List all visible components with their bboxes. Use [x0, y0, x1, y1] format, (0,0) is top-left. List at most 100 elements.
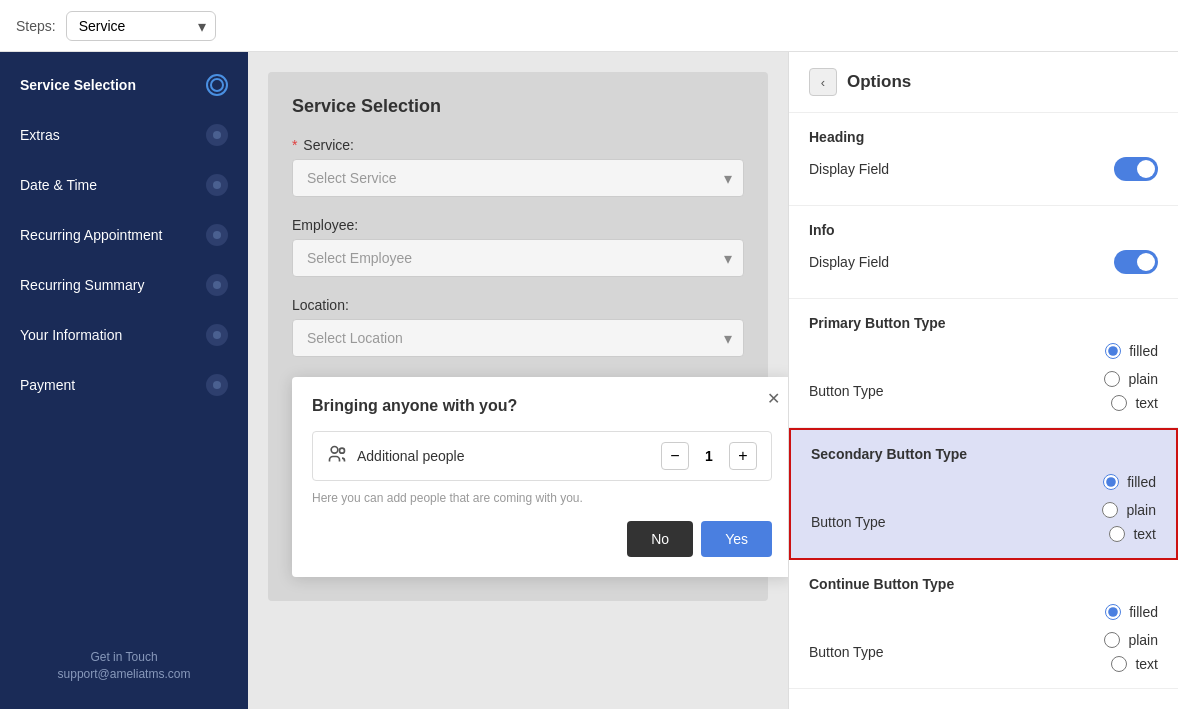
sidebar-item-recurring-appointment[interactable]: Recurring Appointment — [0, 210, 248, 260]
people-label: Additional people — [357, 448, 661, 464]
employee-select[interactable]: Select Employee — [292, 239, 744, 277]
sidebar-dot-recurring-appointment — [206, 224, 228, 246]
service-select-wrap: Select Service — [292, 159, 744, 197]
secondary-text-label: text — [1133, 526, 1156, 542]
sidebar-dot-recurring-summary — [206, 274, 228, 296]
sidebar-dot-your-information — [206, 324, 228, 346]
popup-close-button[interactable]: ✕ — [767, 389, 780, 408]
no-button[interactable]: No — [627, 521, 693, 557]
bringing-anyone-popup: ✕ Bringing anyone with you? Additional p… — [292, 377, 788, 577]
sidebar-item-service-selection[interactable]: Service Selection — [0, 60, 248, 110]
secondary-text-radio[interactable] — [1109, 526, 1125, 542]
heading-section-title: Heading — [809, 129, 1158, 145]
continue-text-row: text — [1104, 656, 1158, 672]
primary-button-type-label: Button Type — [809, 383, 883, 399]
continue-plain-radio[interactable] — [1104, 632, 1120, 648]
info-section-title: Info — [809, 222, 1158, 238]
secondary-plain-row: plain — [1102, 502, 1156, 518]
options-panel: ‹ Options Heading Display Field Info Dis… — [788, 52, 1178, 709]
info-display-field-row: Display Field — [809, 250, 1158, 274]
sidebar-dot-date-time — [206, 174, 228, 196]
form-title: Service Selection — [292, 96, 744, 117]
primary-button-type-row: Button Type plain text — [809, 371, 1158, 411]
service-selection-form: Service Selection * Service: Select Serv… — [268, 72, 768, 601]
sidebar-item-recurring-summary[interactable]: Recurring Summary — [0, 260, 248, 310]
info-section: Info Display Field — [789, 206, 1178, 299]
continue-filled-radio[interactable] — [1105, 604, 1121, 620]
svg-point-1 — [340, 448, 345, 453]
continue-filled-label: filled — [1129, 604, 1158, 620]
employee-label: Employee: — [292, 217, 744, 233]
support-email: support@ameliatms.com — [20, 667, 228, 681]
sidebar-item-extras[interactable]: Extras — [0, 110, 248, 160]
sidebar-dot-service-selection — [206, 74, 228, 96]
secondary-plain-radio[interactable] — [1102, 502, 1118, 518]
popup-hint: Here you can add people that are coming … — [312, 491, 772, 505]
sidebar-item-payment[interactable]: Payment — [0, 360, 248, 410]
panel-title: Options — [847, 72, 911, 92]
center-area: Service Selection * Service: Select Serv… — [248, 52, 788, 709]
primary-filled-radio[interactable] — [1105, 343, 1121, 359]
secondary-filled-row: filled — [811, 474, 1156, 490]
heading-display-field-row: Display Field — [809, 157, 1158, 181]
steps-select-wrapper[interactable]: Service — [66, 11, 216, 41]
secondary-button-type-section: Secondary Button Type filled Button Type… — [789, 428, 1178, 560]
continue-button-type-section: Continue Button Type filled Button Type … — [789, 560, 1178, 689]
service-group: * Service: Select Service — [292, 137, 744, 197]
counter-plus-button[interactable]: + — [729, 442, 757, 470]
sidebar-item-your-information[interactable]: Your Information — [0, 310, 248, 360]
sidebar-footer: Get in Touch support@ameliatms.com — [0, 628, 248, 701]
secondary-filled-label: filled — [1127, 474, 1156, 490]
secondary-filled-group: filled — [811, 474, 1156, 490]
service-label: * Service: — [292, 137, 744, 153]
continue-button-type-radio-group: plain text — [1104, 632, 1158, 672]
continue-filled-row: filled — [809, 604, 1158, 620]
continue-text-label: text — [1135, 656, 1158, 672]
get-in-touch-text: Get in Touch — [20, 648, 228, 667]
counter-minus-button[interactable]: − — [661, 442, 689, 470]
continue-plain-label: plain — [1128, 632, 1158, 648]
location-select[interactable]: Select Location — [292, 319, 744, 357]
info-display-toggle[interactable] — [1114, 250, 1158, 274]
primary-plain-label: plain — [1128, 371, 1158, 387]
location-select-wrap: Select Location — [292, 319, 744, 357]
primary-button-type-radio-group: plain text — [1104, 371, 1158, 411]
primary-button-type-options: filled — [809, 343, 1158, 359]
continue-button-type-title: Continue Button Type — [809, 576, 1158, 592]
heading-display-toggle[interactable] — [1114, 157, 1158, 181]
secondary-button-type-radio-group: plain text — [1102, 502, 1156, 542]
primary-plain-radio[interactable] — [1104, 371, 1120, 387]
continue-button-type-label: Button Type — [809, 644, 883, 660]
employee-group: Employee: Select Employee — [292, 217, 744, 277]
popup-area: ✕ Bringing anyone with you? Additional p… — [292, 377, 744, 577]
primary-button-type-title: Primary Button Type — [809, 315, 1158, 331]
location-group: Location: Select Location — [292, 297, 744, 357]
continue-filled-group: filled — [809, 604, 1158, 620]
people-icon — [327, 444, 347, 469]
primary-text-radio[interactable] — [1111, 395, 1127, 411]
svg-point-0 — [331, 446, 338, 453]
primary-text-row: text — [1104, 395, 1158, 411]
main-layout: Service Selection Extras Date & Time Rec… — [0, 52, 1178, 709]
yes-button[interactable]: Yes — [701, 521, 772, 557]
sidebar-item-date-time[interactable]: Date & Time — [0, 160, 248, 210]
counter-value: 1 — [701, 448, 717, 464]
secondary-button-type-title: Secondary Button Type — [811, 446, 1156, 462]
secondary-filled-radio[interactable] — [1103, 474, 1119, 490]
popup-actions: No Yes — [312, 521, 772, 557]
info-display-field-label: Display Field — [809, 254, 889, 270]
secondary-button-type-label: Button Type — [811, 514, 885, 530]
panel-header: ‹ Options — [789, 52, 1178, 113]
steps-label: Steps: — [16, 18, 56, 34]
secondary-text-row: text — [1102, 526, 1156, 542]
sidebar-dot-payment — [206, 374, 228, 396]
popup-title: Bringing anyone with you? — [312, 397, 772, 415]
steps-select[interactable]: Service — [66, 11, 216, 41]
sidebar: Service Selection Extras Date & Time Rec… — [0, 52, 248, 709]
service-select[interactable]: Select Service — [292, 159, 744, 197]
primary-filled-row: filled — [809, 343, 1158, 359]
continue-text-radio[interactable] — [1111, 656, 1127, 672]
employee-select-wrap: Select Employee — [292, 239, 744, 277]
panel-back-button[interactable]: ‹ — [809, 68, 837, 96]
primary-filled-label: filled — [1129, 343, 1158, 359]
